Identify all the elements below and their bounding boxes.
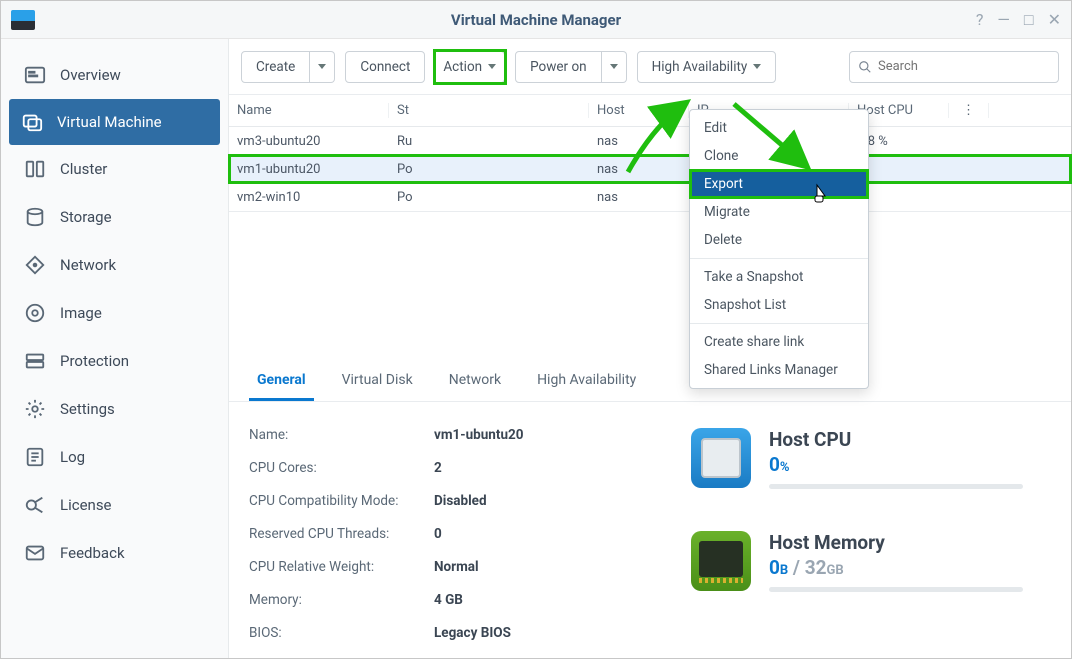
sidebar: Overview Virtual Machine Cluster Storage… [1,39,229,658]
menu-share-link[interactable]: Create share link [690,328,868,356]
stat-label: Host CPU [769,428,1023,451]
col-more-icon[interactable]: ⋮ [949,103,989,118]
sidebar-item-network[interactable]: Network [1,241,228,289]
vmm-window: Virtual Machine Manager ? — □ ✕ Overview… [0,0,1072,659]
col-name[interactable]: Name [229,103,389,118]
menu-edit[interactable]: Edit [690,114,868,142]
sidebar-item-label: Storage [60,208,112,226]
col-status[interactable]: St [389,103,589,118]
sidebar-item-label: Feedback [60,544,125,562]
maximize-icon[interactable]: □ [1024,10,1034,30]
create-dropdown[interactable] [310,51,335,83]
tab-network[interactable]: Network [441,362,509,401]
sidebar-item-image[interactable]: Image [1,289,228,337]
poweron-button[interactable]: Power on [515,51,602,83]
sidebar-item-settings[interactable]: Settings [1,385,228,433]
stat-label: Host Memory [769,531,1023,554]
action-menu: Edit Clone Export Migrate Delete Take a … [689,109,869,389]
sidebar-item-label: Log [60,448,85,466]
search-input[interactable] [878,59,1050,74]
memory-icon [691,531,751,591]
action-button[interactable]: Action [435,51,505,83]
chevron-down-icon [753,64,761,69]
help-icon[interactable]: ? [976,10,984,30]
progress-bar [769,587,1023,592]
table-row[interactable]: vm1-ubuntu20 Po nas - - [229,155,1071,183]
vm-table: Name St Host IP Host CPU ⋮ vm3-ubuntu20 … [229,95,1071,212]
menu-export[interactable]: Export [690,170,868,198]
sidebar-item-feedback[interactable]: Feedback [1,529,228,577]
tab-ha[interactable]: High Availability [529,362,644,401]
table-row[interactable]: vm3-ubuntu20 Ru nas 192.168.0.112 0.8 % [229,127,1071,155]
minimize-icon[interactable]: — [997,10,1010,30]
sidebar-item-virtual-machine[interactable]: Virtual Machine [9,99,220,145]
sidebar-item-protection[interactable]: Protection [1,337,228,385]
search-icon [858,60,872,74]
titlebar: Virtual Machine Manager ? — □ ✕ [1,1,1071,39]
sidebar-item-storage[interactable]: Storage [1,193,228,241]
host-stats: Host CPU 0% Host Memory 0B / 32GB [691,418,1051,642]
sidebar-item-label: Network [60,256,116,274]
col-host[interactable]: Host [589,103,689,118]
tab-general[interactable]: General [249,362,314,401]
sidebar-item-label: Cluster [60,160,107,178]
vm-properties: Name:vm1-ubuntu20 CPU Cores:2 CPU Compat… [249,418,671,642]
stat-cpu: Host CPU 0% [691,428,1051,489]
ha-button[interactable]: High Availability [637,51,777,83]
menu-snapshot[interactable]: Take a Snapshot [690,263,868,291]
sidebar-item-label: Settings [60,400,115,418]
sidebar-item-label: Image [60,304,102,322]
menu-separator [690,323,868,324]
poweron-dropdown[interactable] [602,51,627,83]
chevron-down-icon [610,64,618,69]
toolbar: Create Connect Action Power on High Avai… [229,39,1071,95]
detail-tabs: General Virtual Disk Network High Availa… [229,356,1071,402]
sidebar-item-overview[interactable]: Overview [1,51,228,99]
menu-delete[interactable]: Delete [690,226,868,254]
sidebar-item-label: License [60,496,112,514]
sidebar-item-log[interactable]: Log [1,433,228,481]
table-row[interactable]: vm2-win10 Po nas - - [229,183,1071,211]
main-panel: Create Connect Action Power on High Avai… [229,39,1071,658]
detail-body: Name:vm1-ubuntu20 CPU Cores:2 CPU Compat… [229,402,1071,658]
sidebar-item-label: Protection [60,352,129,370]
window-title: Virtual Machine Manager [451,11,621,29]
chevron-down-icon [488,64,496,69]
chevron-down-icon [318,64,326,69]
sidebar-item-label: Virtual Machine [57,113,162,131]
stat-memory: Host Memory 0B / 32GB [691,531,1051,592]
create-button[interactable]: Create [241,51,310,83]
menu-clone[interactable]: Clone [690,142,868,170]
tab-virtual-disk[interactable]: Virtual Disk [334,362,421,401]
menu-shared-links-mgr[interactable]: Shared Links Manager [690,356,868,384]
cpu-icon [691,428,751,488]
sidebar-item-cluster[interactable]: Cluster [1,145,228,193]
menu-separator [690,258,868,259]
menu-migrate[interactable]: Migrate [690,198,868,226]
search-box[interactable] [849,51,1059,83]
close-icon[interactable]: ✕ [1048,10,1061,30]
app-icon [11,10,35,30]
sidebar-item-label: Overview [60,66,121,84]
menu-snapshot-list[interactable]: Snapshot List [690,291,868,319]
sidebar-item-license[interactable]: License [1,481,228,529]
cursor-icon [811,183,829,205]
connect-button[interactable]: Connect [345,51,425,83]
progress-bar [769,484,1023,489]
table-header: Name St Host IP Host CPU ⋮ [229,95,1071,127]
